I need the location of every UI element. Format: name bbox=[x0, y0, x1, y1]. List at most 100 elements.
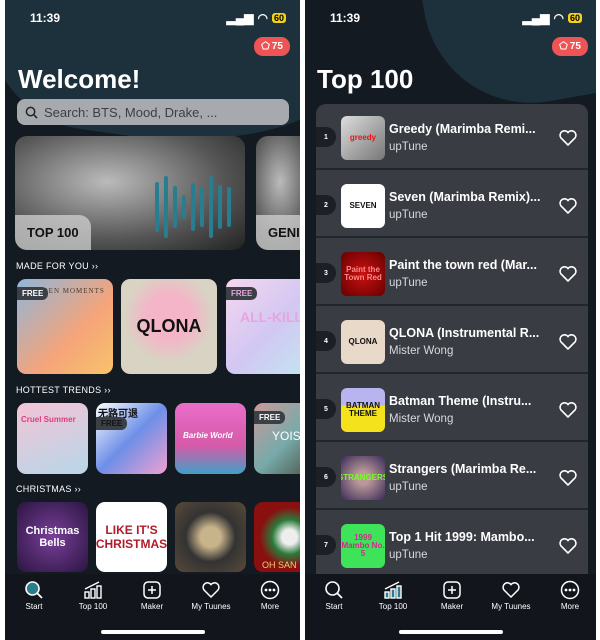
tile-cruel-summer[interactable]: Cruel Summer bbox=[17, 403, 88, 474]
status-time: 11:39 bbox=[30, 11, 61, 25]
tile-yoish[interactable]: FREE YOISH bbox=[254, 403, 300, 474]
heart-icon bbox=[202, 582, 220, 599]
tab-label: More bbox=[560, 602, 580, 611]
soundwave-icon bbox=[155, 176, 231, 238]
rank-badge: 6 bbox=[316, 467, 336, 487]
tab-label: Top 100 bbox=[78, 602, 108, 611]
song-title: Greedy (Marimba Remi... bbox=[389, 122, 536, 136]
badge-icon: ⬠ bbox=[559, 41, 568, 52]
list-item[interactable]: 1 greedy Greedy (Marimba Remi... upTune bbox=[316, 104, 588, 170]
more-icon bbox=[560, 580, 580, 600]
album-art-text: SEVEN bbox=[349, 201, 377, 210]
plus-square-icon bbox=[143, 581, 161, 599]
rank-badge: 2 bbox=[316, 195, 336, 215]
plus-square-icon bbox=[443, 581, 461, 599]
points-badge[interactable]: ⬠ 75 bbox=[254, 37, 290, 56]
tab-start[interactable]: Start bbox=[305, 580, 363, 611]
section-made-for-you[interactable]: MADE FOR YOU ›› bbox=[16, 261, 98, 271]
tile-barbie-world[interactable]: Barbie World bbox=[175, 403, 246, 474]
album-art-text: Paint the Town Red bbox=[344, 265, 382, 282]
tab-more[interactable]: More bbox=[241, 580, 299, 611]
song-artist: upTune bbox=[389, 549, 428, 561]
tile-christmas-bells[interactable]: Christmas Bells bbox=[17, 502, 88, 572]
list-item[interactable]: 4 QLONA QLONA (Instrumental R... Mister … bbox=[316, 308, 588, 374]
search-icon bbox=[25, 581, 43, 599]
search-icon bbox=[25, 106, 38, 119]
album-art-text: QLONA bbox=[348, 337, 378, 346]
tile-art-text: ALL-KILL bbox=[240, 309, 300, 325]
wifi-icon: ◠ bbox=[553, 11, 564, 25]
search-icon bbox=[325, 581, 343, 599]
tile-golden-moments[interactable]: Golden Moments FREE bbox=[17, 279, 113, 374]
list-item[interactable]: 6 STRANGERS Strangers (Marimba Re... upT… bbox=[316, 444, 588, 510]
badge-count: 75 bbox=[569, 41, 581, 52]
list-item[interactable]: 2 SEVEN Seven (Marimba Remix)... upTune bbox=[316, 172, 588, 238]
section-hottest-trends[interactable]: HOTTEST TRENDS ›› bbox=[16, 385, 111, 395]
search-input[interactable]: Search: BTS, Mood, Drake, ... bbox=[17, 99, 289, 125]
points-badge[interactable]: ⬠ 75 bbox=[552, 37, 588, 56]
search-placeholder: Search: BTS, Mood, Drake, ... bbox=[44, 104, 218, 120]
song-title: Top 1 Hit 1999: Mambo... bbox=[389, 530, 535, 544]
badge-icon: ⬠ bbox=[261, 41, 270, 52]
tab-start[interactable]: Start bbox=[5, 580, 63, 611]
heart-icon bbox=[502, 582, 520, 599]
more-icon bbox=[260, 580, 280, 600]
tile-oh-santa[interactable]: OH SAN bbox=[254, 502, 300, 572]
home-screen: 11:39 ▂▄▆ ◠ 60 ⬠ 75 Welcome! Search: BTS, M… bbox=[5, 0, 300, 640]
heart-icon[interactable] bbox=[558, 332, 578, 352]
tile-all-kill[interactable]: FREE ALL-KILL bbox=[226, 279, 300, 374]
album-art: QLONA bbox=[341, 320, 385, 364]
album-art-text: 1999 Mambo No. 5 bbox=[341, 533, 385, 558]
badge-count: 75 bbox=[271, 41, 283, 52]
chart-icon bbox=[384, 581, 402, 599]
home-indicator bbox=[398, 630, 503, 634]
tab-label: My Tuunes bbox=[491, 602, 531, 611]
page-title: Welcome! bbox=[18, 64, 141, 94]
heart-icon[interactable] bbox=[558, 536, 578, 556]
album-art-text: greedy bbox=[349, 133, 377, 142]
tile-chinese-song[interactable]: 无路可退 FREE bbox=[96, 403, 167, 474]
tab-my-tuunes[interactable]: My Tuunes bbox=[482, 580, 540, 611]
tab-label: My Tuunes bbox=[191, 602, 231, 611]
tab-bar: Start Top 100 Maker My Tuunes More bbox=[305, 574, 596, 640]
tile-art-text: QLONA bbox=[136, 316, 202, 336]
album-art-text: BATMAN THEME bbox=[345, 401, 381, 418]
hero-label: GENI bbox=[256, 215, 300, 250]
status-bar: 11:39 ▂▄▆ ◠ 60 bbox=[305, 11, 596, 27]
tab-my-tuunes[interactable]: My Tuunes bbox=[182, 580, 240, 611]
list-item[interactable]: 3 Paint the Town Red Paint the town red … bbox=[316, 240, 588, 306]
tab-top100[interactable]: Top 100 bbox=[64, 580, 122, 611]
tab-more[interactable]: More bbox=[541, 580, 596, 611]
hero-card-top100[interactable]: TOP 100 bbox=[15, 136, 245, 250]
album-art: STRANGERS bbox=[341, 456, 385, 500]
tile-art-text: LIKE IT'S CHRISTMAS bbox=[96, 523, 167, 551]
tab-label: Maker bbox=[140, 602, 164, 611]
tab-top100[interactable]: Top 100 bbox=[364, 580, 422, 611]
tab-label: Start bbox=[25, 602, 43, 611]
heart-icon[interactable] bbox=[558, 128, 578, 148]
status-time: 11:39 bbox=[330, 11, 361, 25]
tile-drum-christmas[interactable] bbox=[175, 502, 246, 572]
tab-maker[interactable]: Maker bbox=[123, 580, 181, 611]
battery-icon: 60 bbox=[271, 13, 286, 23]
heart-icon[interactable] bbox=[558, 400, 578, 420]
song-artist: Mister Wong bbox=[389, 345, 454, 357]
list-item[interactable]: 7 1999 Mambo No. 5 Top 1 Hit 1999: Mambo… bbox=[316, 512, 588, 574]
tile-like-its-christmas[interactable]: LIKE IT'S CHRISTMAS bbox=[96, 502, 167, 572]
tile-qlona[interactable]: QLONA bbox=[121, 279, 217, 374]
heart-icon[interactable] bbox=[558, 264, 578, 284]
album-art: Paint the Town Red bbox=[341, 252, 385, 296]
hero-card-genre[interactable]: GENI bbox=[256, 136, 300, 250]
heart-icon[interactable] bbox=[558, 196, 578, 216]
signal-icon: ▂▄▆ bbox=[226, 11, 254, 25]
free-badge: FREE bbox=[226, 287, 258, 300]
top100-screen: 11:39 ▂▄▆ ◠ 60 ⬠ 75 Top 100 1 greedy Greedy… bbox=[305, 0, 596, 640]
list-item[interactable]: 5 BATMAN THEME Batman Theme (Instru... M… bbox=[316, 376, 588, 442]
top100-list: 1 greedy Greedy (Marimba Remi... upTune … bbox=[316, 104, 588, 574]
heart-icon[interactable] bbox=[558, 468, 578, 488]
tile-art-text: Christmas Bells bbox=[25, 525, 80, 549]
tab-maker[interactable]: Maker bbox=[423, 580, 481, 611]
battery-icon: 60 bbox=[567, 13, 582, 23]
album-art-text: STRANGERS bbox=[341, 473, 385, 482]
section-christmas[interactable]: CHRISTMAS ›› bbox=[16, 484, 81, 494]
